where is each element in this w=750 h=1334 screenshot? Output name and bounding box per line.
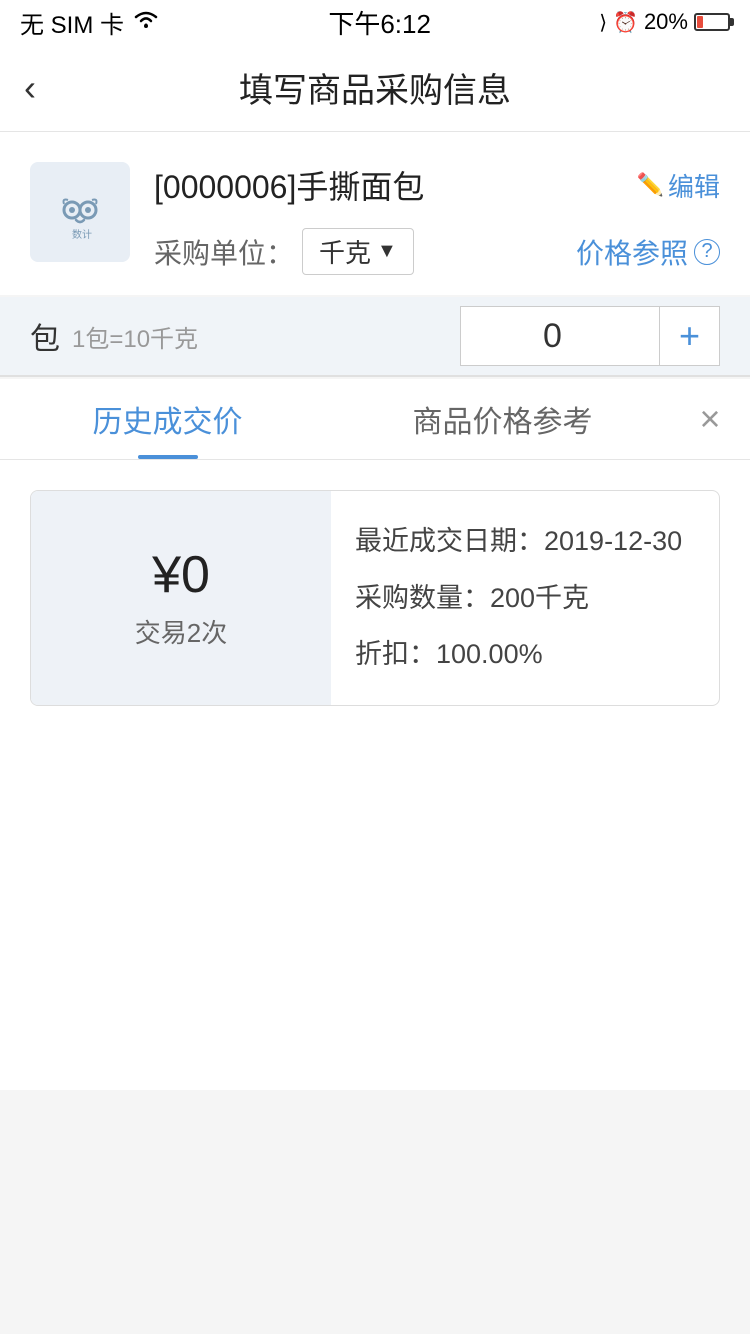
tab-historical-label: 历史成交价 — [93, 397, 243, 441]
back-button[interactable]: ‹ — [24, 67, 36, 109]
latest-date-label: 最近成交日期： — [355, 526, 544, 556]
currency-symbol: ¥ — [152, 546, 181, 604]
price-card: ¥0 交易2次 最近成交日期：2019-12-30 采购数量：200千克 折扣：… — [30, 490, 720, 706]
purchase-qty-value: 200千克 — [490, 583, 589, 613]
dropdown-icon: ▼ — [377, 240, 397, 263]
status-bar: 无 SIM 卡 下午6:12 ⟩ ⏰ 20% — [0, 0, 750, 44]
quantity-controls: + — [460, 306, 720, 366]
unit-select-dropdown[interactable]: 千克 ▼ — [302, 228, 414, 275]
status-left: 无 SIM 卡 — [20, 5, 160, 40]
wifi-icon — [132, 8, 160, 36]
product-card: 数计 [0000006]手撕面包 ✏️ 编辑 采购单位： 千克 ▼ 价格参照 ? — [0, 132, 750, 295]
price-card-left: ¥0 交易2次 — [31, 491, 331, 705]
tab-close-button[interactable]: × — [670, 379, 750, 459]
product-header: [0000006]手撕面包 ✏️ 编辑 — [154, 162, 720, 208]
edit-icon: ✏️ — [637, 172, 664, 198]
purchase-qty-line: 采购数量：200千克 — [355, 578, 695, 619]
quantity-hint: 1包=10千克 — [72, 319, 198, 354]
battery-icon — [694, 13, 730, 31]
discount-label: 折扣： — [355, 639, 436, 669]
page-title: 填写商品采购信息 — [239, 63, 511, 112]
tab-product-price-ref[interactable]: 商品价格参考 — [335, 379, 670, 459]
price-ref-label: 价格参照 — [576, 232, 688, 272]
price-display: ¥0 — [152, 545, 210, 605]
edit-label: 编辑 — [668, 167, 720, 204]
quantity-input[interactable] — [460, 306, 660, 366]
quantity-label-area: 包 1包=10千克 — [30, 314, 198, 358]
svg-text:数计: 数计 — [72, 228, 92, 241]
latest-date-line: 最近成交日期：2019-12-30 — [355, 521, 695, 562]
price-ref-icon: ? — [694, 239, 720, 265]
purchase-qty-label: 采购数量： — [355, 583, 490, 613]
unit-value: 千克 — [319, 233, 371, 270]
discount-line: 折扣：100.00% — [355, 634, 695, 675]
alarm-icon: ⏰ — [613, 10, 638, 35]
latest-date-value: 2019-12-30 — [544, 526, 682, 556]
tabs-header: 历史成交价 商品价格参考 × — [0, 379, 750, 460]
unit-label: 采购单位： 千克 ▼ — [154, 228, 414, 275]
sim-status: 无 SIM 卡 — [20, 5, 124, 40]
trades-count: 交易2次 — [135, 613, 227, 650]
status-time: 下午6:12 — [328, 4, 431, 41]
tab-content: ¥0 交易2次 最近成交日期：2019-12-30 采购数量：200千克 折扣：… — [0, 490, 750, 1090]
product-logo: 数计 — [30, 162, 130, 262]
quantity-plus-button[interactable]: + — [660, 306, 720, 366]
price-value: 0 — [181, 546, 210, 604]
tab-historical-price[interactable]: 历史成交价 — [0, 379, 335, 459]
status-right: ⟩ ⏰ 20% — [599, 9, 730, 35]
product-name: [0000006]手撕面包 — [154, 162, 424, 208]
quantity-row: 包 1包=10千克 + — [0, 297, 750, 377]
edit-button[interactable]: ✏️ 编辑 — [637, 167, 720, 204]
discount-value: 100.00% — [436, 639, 543, 669]
tab-price-ref-label: 商品价格参考 — [413, 397, 593, 441]
nav-bar: ‹ 填写商品采购信息 — [0, 44, 750, 132]
tab-active-indicator — [138, 455, 198, 459]
tabs-section: 历史成交价 商品价格参考 × ¥0 交易2次 最近成交日期：2019-12-30… — [0, 379, 750, 1090]
price-reference-button[interactable]: 价格参照 ? — [576, 232, 720, 272]
price-card-right: 最近成交日期：2019-12-30 采购数量：200千克 折扣：100.00% — [331, 491, 719, 705]
unit-prefix: 采购单位： — [154, 232, 294, 272]
battery-percent: 20% — [644, 9, 688, 35]
product-info: [0000006]手撕面包 ✏️ 编辑 采购单位： 千克 ▼ 价格参照 ? — [154, 162, 720, 275]
location-icon: ⟩ — [599, 10, 607, 35]
quantity-unit: 包 — [30, 314, 60, 358]
product-unit-row: 采购单位： 千克 ▼ 价格参照 ? — [154, 228, 720, 275]
